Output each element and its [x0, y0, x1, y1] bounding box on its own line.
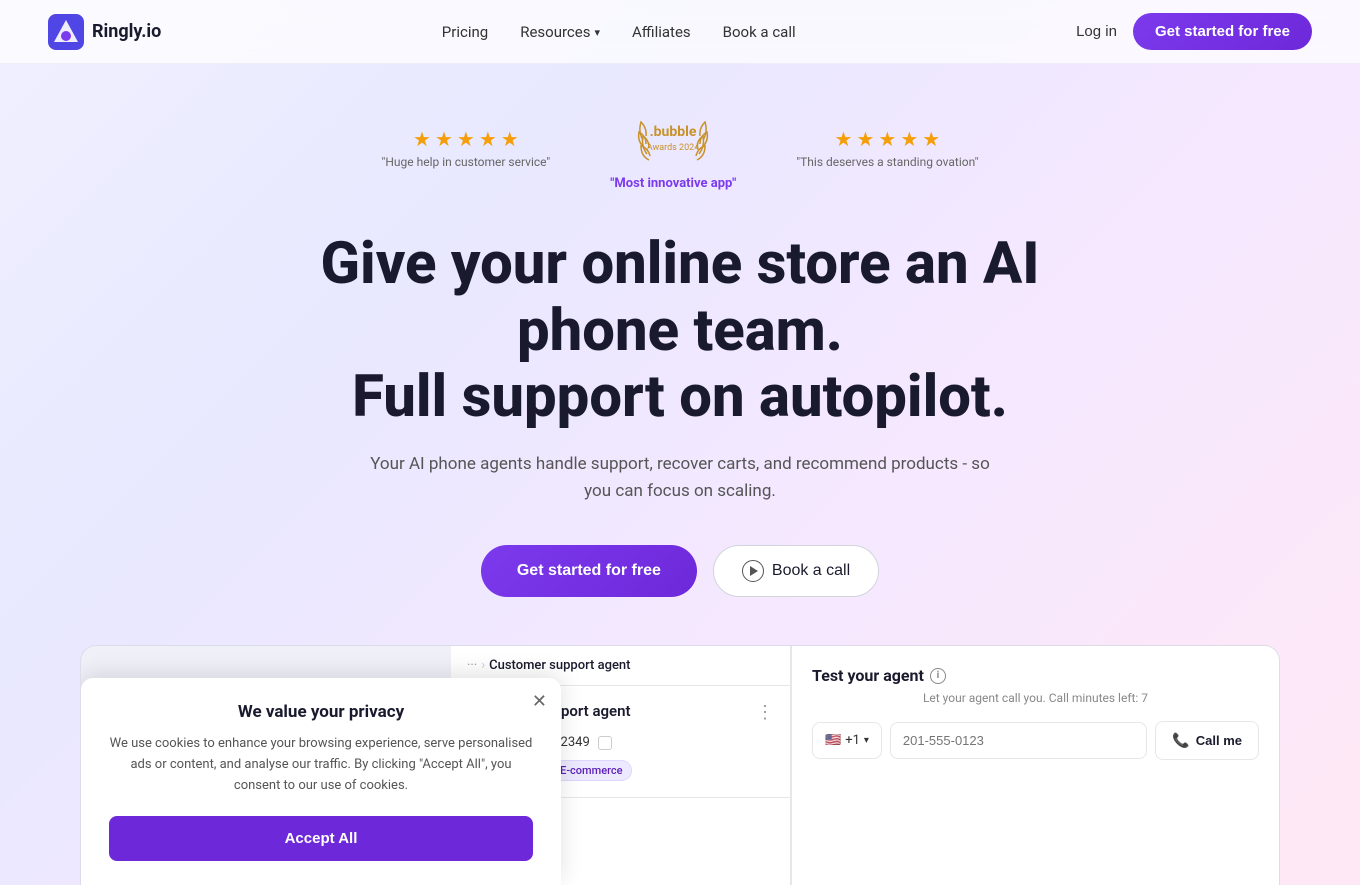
nav-resources[interactable]: Resources ▾: [520, 23, 600, 41]
copy-icon[interactable]: [598, 736, 612, 750]
stars-right: ★ ★ ★ ★ ★: [835, 127, 941, 151]
privacy-title: We value your privacy: [109, 702, 533, 722]
star-r-5: ★: [922, 127, 940, 151]
badge-right: ★ ★ ★ ★ ★ "This deserves a standing ovat…: [796, 127, 978, 169]
book-a-call-button[interactable]: Book a call: [713, 545, 879, 597]
logo-text: Ringly.io: [92, 21, 161, 42]
call-input-row: 🇺🇸 +1 ▾ 📞 Call me: [812, 721, 1259, 760]
star-r-2: ★: [856, 127, 874, 151]
privacy-body: We use cookies to enhance your browsing …: [109, 734, 533, 796]
hero-title: Give your online store an AI phone team.…: [250, 231, 1110, 431]
bubble-award-text: "Most innovative app": [610, 176, 736, 191]
phone-call-icon: 📞: [1172, 732, 1189, 749]
logo[interactable]: Ringly.io: [48, 14, 161, 50]
dropdown-arrow: ▾: [864, 735, 869, 746]
breadcrumb-prev: ···: [467, 658, 477, 673]
test-agent-panel: Test your agent i Let your agent call yo…: [791, 646, 1279, 885]
accept-all-button[interactable]: Accept All: [109, 816, 533, 861]
star-2: ★: [435, 127, 453, 151]
hero-subtitle: Your AI phone agents handle support, rec…: [360, 451, 1000, 505]
star-r-1: ★: [835, 127, 853, 151]
star-3: ★: [457, 127, 475, 151]
privacy-close-button[interactable]: ✕: [532, 692, 547, 710]
logo-icon: [48, 14, 84, 50]
nav-pricing[interactable]: Pricing: [442, 23, 488, 41]
test-agent-desc: Let your agent call you. Call minutes le…: [812, 691, 1259, 705]
star-5: ★: [501, 127, 519, 151]
nav-get-started-button[interactable]: Get started for free: [1133, 13, 1312, 50]
flag-prefix-selector[interactable]: 🇺🇸 +1 ▾: [812, 722, 882, 759]
phone-input[interactable]: [890, 722, 1147, 759]
more-options-icon[interactable]: ⋮: [756, 702, 774, 723]
get-started-button[interactable]: Get started for free: [481, 545, 697, 597]
phone-prefix: +1: [845, 733, 860, 748]
badge-left-text: "Huge help in customer service": [382, 155, 551, 169]
badge-right-text: "This deserves a standing ovation": [796, 155, 978, 169]
nav-book-a-call[interactable]: Book a call: [723, 23, 796, 41]
app-panel: ··· › Customer support agent Customer su…: [451, 646, 1279, 885]
star-r-4: ★: [900, 127, 918, 151]
nav-affiliates[interactable]: Affiliates: [632, 23, 691, 41]
app-preview: ✕ We value your privacy We use cookies t…: [80, 645, 1280, 885]
play-icon: [742, 560, 764, 582]
flag-icon: 🇺🇸: [825, 733, 841, 748]
nav-actions: Log in Get started for free: [1076, 13, 1312, 50]
bubble-award: .bubble Awards 2024 "Most innovative app…: [610, 104, 736, 191]
chevron-down-icon: ▾: [594, 26, 600, 39]
play-triangle: [750, 566, 758, 576]
nav-links: Pricing Resources ▾ Affiliates Book a ca…: [442, 23, 796, 41]
badge-left: ★ ★ ★ ★ ★ "Huge help in customer service…: [382, 127, 551, 169]
cta-buttons: Get started for free Book a call: [481, 545, 879, 597]
info-icon[interactable]: i: [930, 668, 946, 684]
svg-text:.bubble: .bubble: [650, 124, 697, 140]
star-r-3: ★: [878, 127, 896, 151]
star-4: ★: [479, 127, 497, 151]
breadcrumb-separator: ›: [481, 658, 485, 673]
navbar: Ringly.io Pricing Resources ▾ Affiliates…: [0, 0, 1360, 64]
badges-row: ★ ★ ★ ★ ★ "Huge help in customer service…: [382, 104, 979, 191]
svg-text:Awards 2024: Awards 2024: [647, 143, 700, 153]
hero-section: ★ ★ ★ ★ ★ "Huge help in customer service…: [0, 64, 1360, 885]
test-agent-title: Test your agent i: [812, 666, 1259, 685]
stars-left: ★ ★ ★ ★ ★: [413, 127, 519, 151]
login-button[interactable]: Log in: [1076, 23, 1117, 40]
bubble-award-icon: .bubble Awards 2024: [633, 104, 713, 174]
privacy-banner: ✕ We value your privacy We use cookies t…: [81, 678, 561, 885]
call-me-button[interactable]: 📞 Call me: [1155, 721, 1259, 760]
star-1: ★: [413, 127, 431, 151]
breadcrumb-current: Customer support agent: [489, 658, 630, 673]
